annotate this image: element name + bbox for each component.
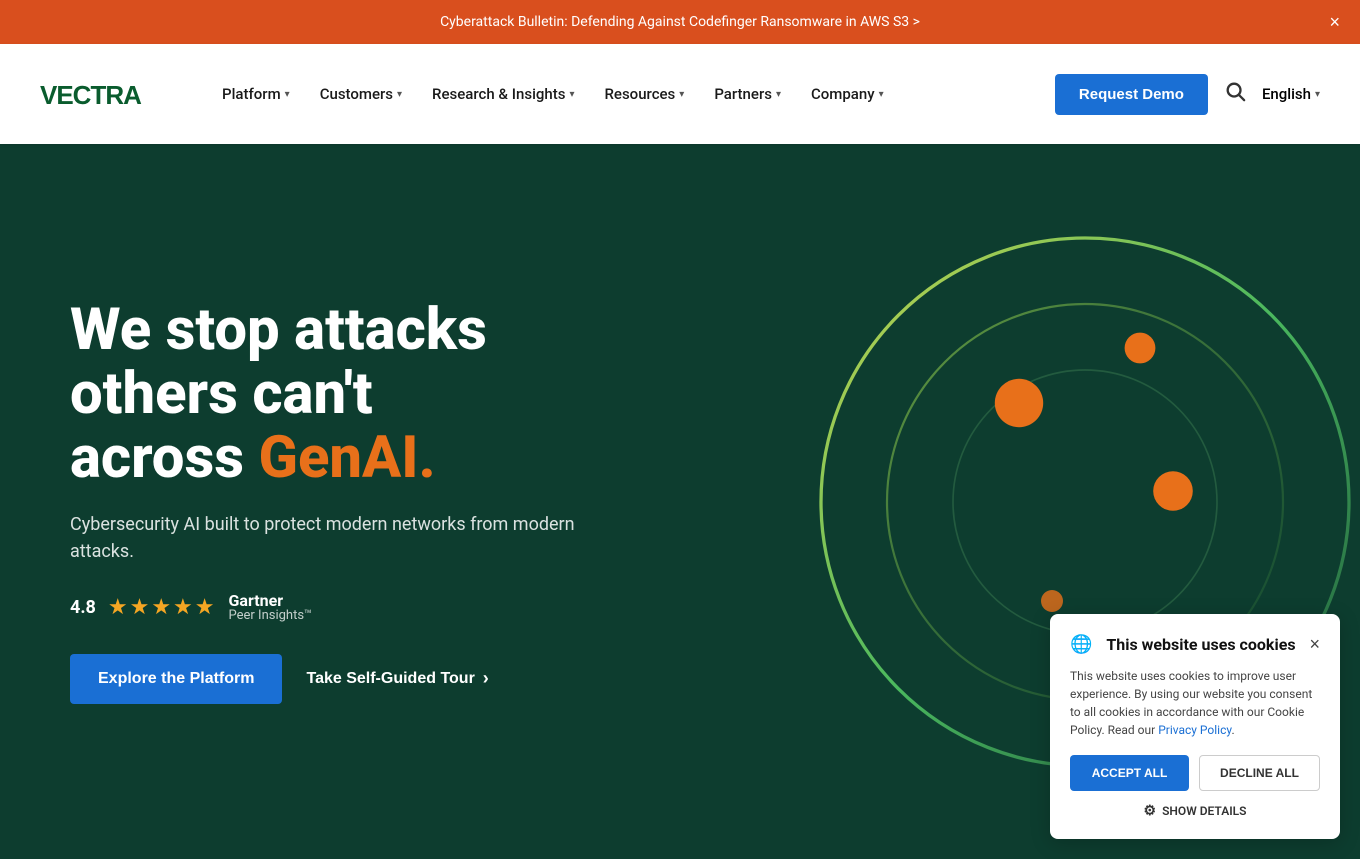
show-details-button[interactable]: ⚙ SHOW DETAILS <box>1070 803 1320 819</box>
hero-subtitle: Cybersecurity AI built to protect modern… <box>70 511 610 565</box>
request-demo-button[interactable]: Request Demo <box>1055 74 1208 115</box>
explore-platform-button[interactable]: Explore the Platform <box>70 654 282 704</box>
tour-arrow-icon: › <box>483 668 489 689</box>
navigation: VECTRA Platform ▾ Customers ▾ Research &… <box>0 44 1360 144</box>
nav-item-research[interactable]: Research & Insights ▾ <box>420 77 586 111</box>
cookie-title: This website uses cookies <box>1106 635 1295 654</box>
logo-svg: VECTRA <box>40 72 170 112</box>
rating-score: 4.8 <box>70 597 96 618</box>
nav-item-company[interactable]: Company ▾ <box>799 77 896 111</box>
nav-actions: Request Demo English ▾ <box>1055 74 1320 115</box>
language-selector[interactable]: English ▾ <box>1262 85 1320 103</box>
globe-icon: 🌐 <box>1070 634 1092 655</box>
hero-title: We stop attacks others can't across GenA… <box>70 299 610 490</box>
nav-item-customers[interactable]: Customers ▾ <box>308 77 414 111</box>
cookie-close-button[interactable]: × <box>1309 634 1320 655</box>
cookie-icons: 🌐 <box>1070 634 1092 655</box>
self-guided-tour-button[interactable]: Take Self-Guided Tour › <box>306 668 488 689</box>
hero-rating: 4.8 ★★★★★ Gartner Peer Insights™ <box>70 593 610 622</box>
customers-chevron-icon: ▾ <box>397 89 402 100</box>
search-button[interactable] <box>1224 80 1246 108</box>
privacy-policy-link[interactable]: Privacy Policy <box>1158 723 1231 737</box>
cookie-header: 🌐 This website uses cookies × <box>1070 634 1320 655</box>
rating-stars: ★★★★★ <box>108 595 217 620</box>
cookie-buttons: ACCEPT ALL DECLINE ALL <box>1070 755 1320 791</box>
nav-menu: Platform ▾ Customers ▾ Research & Insigh… <box>210 77 1055 111</box>
language-chevron-icon: ▾ <box>1315 89 1320 100</box>
company-chevron-icon: ▾ <box>879 89 884 100</box>
decline-all-button[interactable]: DECLINE ALL <box>1199 755 1320 791</box>
nav-item-partners[interactable]: Partners ▾ <box>702 77 793 111</box>
logo[interactable]: VECTRA <box>40 72 170 116</box>
announcement-banner: Cyberattack Bulletin: Defending Against … <box>0 0 1360 44</box>
hero-buttons: Explore the Platform Take Self-Guided To… <box>70 654 610 704</box>
gear-icon: ⚙ <box>1144 803 1157 819</box>
announcement-text: Cyberattack Bulletin: Defending Against … <box>440 14 920 30</box>
partners-chevron-icon: ▾ <box>776 89 781 100</box>
nav-item-platform[interactable]: Platform ▾ <box>210 77 302 111</box>
cookie-banner: 🌐 This website uses cookies × This websi… <box>1050 614 1340 839</box>
announcement-close-button[interactable]: × <box>1329 13 1340 31</box>
nav-item-resources[interactable]: Resources ▾ <box>592 77 696 111</box>
hero-content: We stop attacks others can't across GenA… <box>0 299 680 703</box>
gartner-logo: Gartner Peer Insights™ <box>229 593 313 622</box>
resources-chevron-icon: ▾ <box>679 89 684 100</box>
research-chevron-icon: ▾ <box>569 89 574 100</box>
svg-text:VECTRA: VECTRA <box>40 80 142 110</box>
accept-all-button[interactable]: ACCEPT ALL <box>1070 755 1189 791</box>
cookie-body-text: This website uses cookies to improve use… <box>1070 667 1320 739</box>
platform-chevron-icon: ▾ <box>285 89 290 100</box>
search-icon <box>1224 80 1246 102</box>
